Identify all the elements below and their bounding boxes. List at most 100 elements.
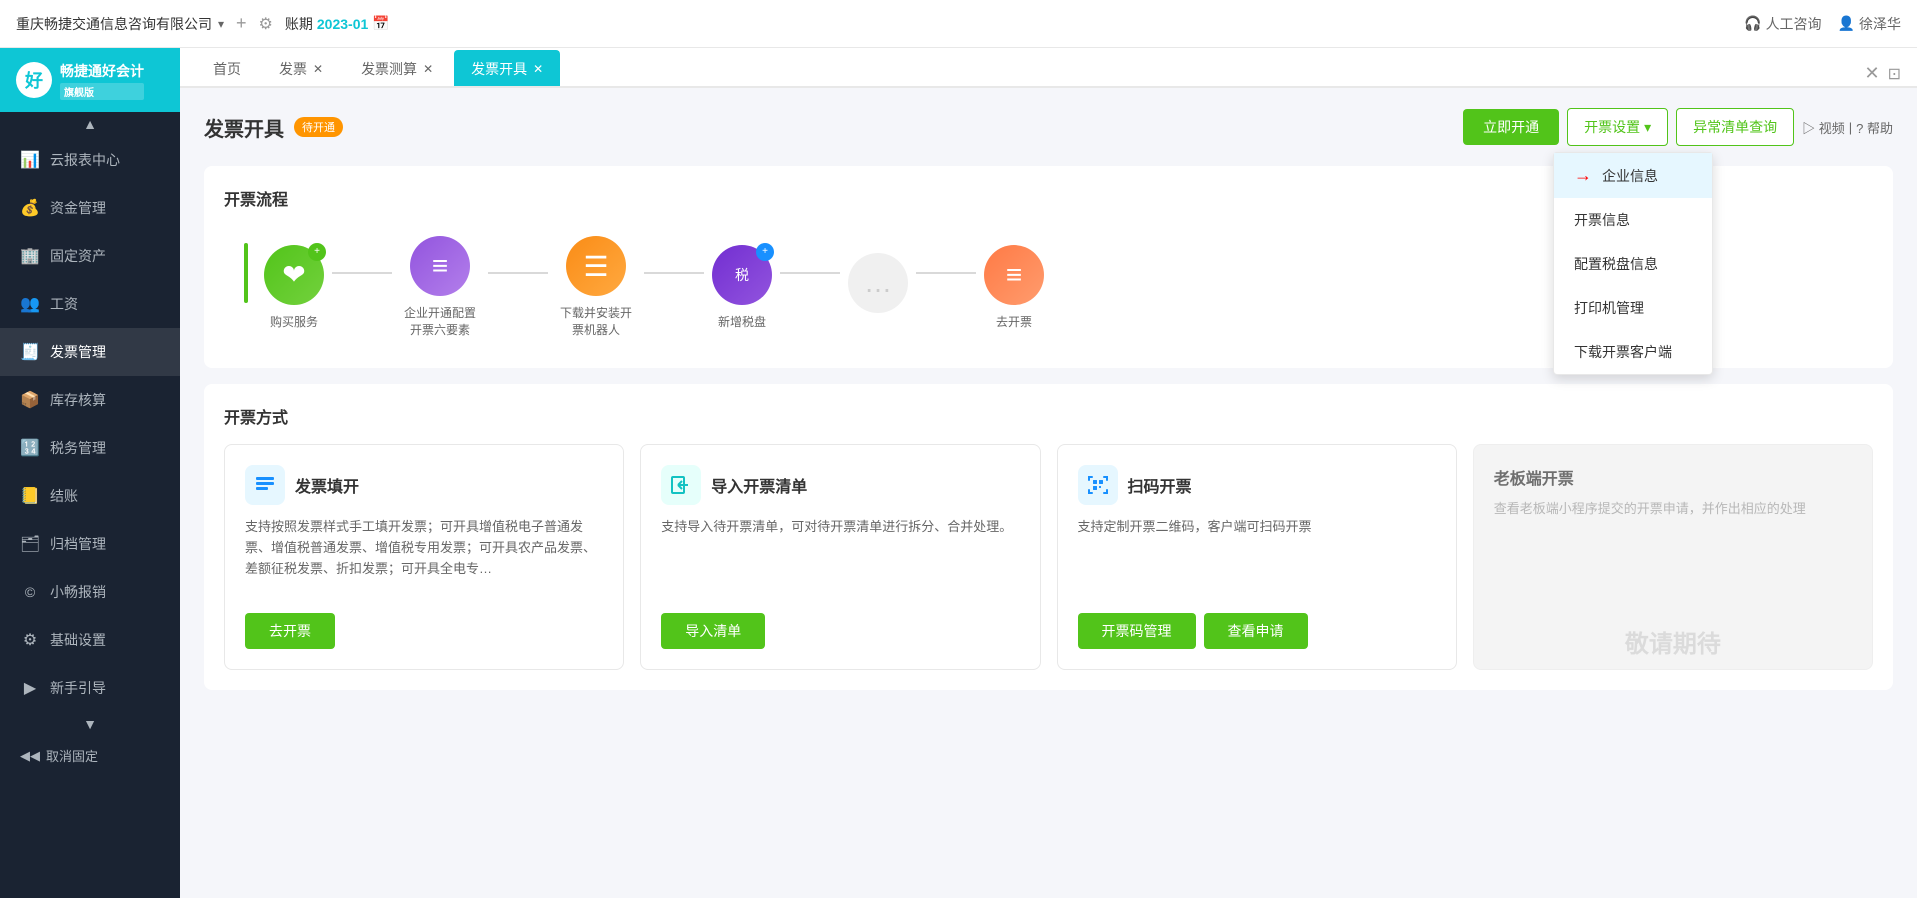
company-name[interactable]: 重庆畅捷交通信息咨询有限公司 ▾ [16, 14, 224, 34]
video-help-button[interactable]: ▷ 视频 | ? 帮助 [1802, 118, 1893, 137]
user-info[interactable]: 👤 徐泽华 [1838, 14, 1901, 34]
flow-left-border [244, 243, 248, 303]
calendar-icon[interactable]: 📅 [372, 15, 389, 32]
step-icon-placeholder: … [848, 253, 908, 313]
method-card-boss: 老板端开票 查看老板端小程序提交的开票申请，并作出相应的处理 敬请期待 [1473, 444, 1873, 670]
sidebar-item-kucun[interactable]: 📦 库存核算 [0, 376, 180, 424]
tab-fapiao-close[interactable]: ✕ [313, 62, 323, 76]
settings-dropdown-menu: → 企业信息 开票信息 配置税盘信息 打印机管理 下 [1553, 152, 1713, 375]
sidebar: 好 畅捷通好会计 旗舰版 ▲ 📊 云报表中心 💰 资金管理 🏢 固定资产 👥 工… [0, 48, 180, 898]
step-icon-addtax: 税 + [712, 245, 772, 305]
logo-icon: 好 [16, 62, 52, 98]
methods-grid: 发票填开 支持按照发票样式手工填开发票；可开具增值税电子普通发票、增值税普通发票… [224, 444, 1873, 670]
red-arrow-icon: → [1574, 165, 1592, 186]
method-import-title: 导入开票清单 [711, 473, 807, 497]
support-button[interactable]: 🎧 人工咨询 [1744, 14, 1821, 34]
step-connector-5 [916, 272, 976, 274]
avatar-icon: 👤 [1838, 15, 1855, 32]
tab-cesuan-close[interactable]: ✕ [423, 62, 433, 76]
jichu-icon: ⚙ [20, 630, 40, 650]
method-scan-footer: 开票码管理 查看申请 [1078, 613, 1436, 649]
xiaochang-icon: © [20, 584, 40, 600]
step-label-download: 下载并安装开票机器人 [556, 304, 636, 338]
sidebar-scroll-up[interactable]: ▲ [0, 112, 180, 136]
settings-dropdown-arrow: ▾ [1644, 119, 1651, 136]
tab-fapiao-kaiju[interactable]: 发票开具 ✕ [454, 50, 560, 86]
logo-area: 好 畅捷通好会计 旗舰版 [0, 48, 180, 112]
step-badge-buy: + [308, 243, 326, 261]
sidebar-item-fapiao[interactable]: 🧾 发票管理 [0, 328, 180, 376]
tab-maximize[interactable]: ⊡ [1888, 64, 1901, 84]
step-label-config: 企业开通配置开票六要素 [400, 304, 480, 338]
main-layout: 好 畅捷通好会计 旗舰版 ▲ 📊 云报表中心 💰 资金管理 🏢 固定资产 👥 工… [0, 48, 1917, 898]
method-card-scan: 扫码开票 支持定制开票二维码，客户端可扫码开票 开票码管理 查看申请 [1057, 444, 1457, 670]
sidebar-item-jiezhang[interactable]: 📒 结账 [0, 472, 180, 520]
step-icon-config: ≡ [410, 236, 470, 296]
method-scan-header: 扫码开票 [1078, 465, 1436, 505]
method-boss-desc: 查看老板端小程序提交的开票申请，并作出相应的处理 [1494, 499, 1852, 520]
method-scan-desc: 支持定制开票二维码，客户端可扫码开票 [1078, 517, 1436, 597]
method-scan-title: 扫码开票 [1128, 473, 1192, 497]
step-connector-4 [780, 272, 840, 274]
scan-qr-button[interactable]: 开票码管理 [1078, 613, 1196, 649]
flow-step-download: ☰ 下载并安装开票机器人 [556, 236, 636, 338]
tab-actions: ✕ ⊡ [1865, 63, 1902, 86]
step-connector-2 [488, 272, 548, 274]
method-card-import: 导入开票清单 支持导入待开票清单，可对待开票清单进行拆分、合并处理。 导入清单 [640, 444, 1040, 670]
activate-button[interactable]: 立即开通 [1463, 109, 1559, 145]
headset-icon: 🎧 [1744, 15, 1761, 32]
step-icon-go: ≡ [984, 245, 1044, 305]
sidebar-item-gongzi[interactable]: 👥 工资 [0, 280, 180, 328]
step-badge-addtax: + [756, 243, 774, 261]
sidebar-item-xinshou[interactable]: ▶ 新手引导 [0, 664, 180, 712]
tab-close-window[interactable]: ✕ [1865, 63, 1880, 84]
gongzi-icon: 👥 [20, 294, 40, 314]
top-bar-actions: 🎧 人工咨询 👤 徐泽华 [1744, 14, 1901, 34]
sidebar-item-gudingzichan[interactable]: 🏢 固定资产 [0, 232, 180, 280]
tab-home[interactable]: 首页 [196, 50, 258, 86]
dropdown-item-invoice-info[interactable]: 开票信息 [1554, 198, 1712, 242]
abnormal-button[interactable]: 异常清单查询 [1676, 108, 1794, 146]
sidebar-item-xiaochang[interactable]: © 小畅报销 [0, 568, 180, 616]
add-button[interactable]: + [236, 13, 247, 34]
tab-fapiao[interactable]: 发票 ✕ [262, 50, 340, 86]
tab-bar: 首页 发票 ✕ 发票测算 ✕ 发票开具 ✕ ✕ ⊡ [180, 48, 1917, 88]
step-label-buy: 购买服务 [270, 313, 318, 330]
import-go-button[interactable]: 导入清单 [661, 613, 765, 649]
dropdown-item-download-client[interactable]: 下载开票客户端 [1554, 330, 1712, 374]
shuiwu-icon: 🔢 [20, 438, 40, 458]
methods-section: 开票方式 发票填开 [204, 384, 1893, 690]
jiezhang-icon: 📒 [20, 486, 40, 506]
dropdown-item-enterprise-info[interactable]: → 企业信息 [1554, 153, 1712, 198]
sidebar-cancel[interactable]: ◀◀ 取消固定 [0, 736, 180, 775]
step-label-go: 去开票 [996, 313, 1032, 330]
flow-step-go: ≡ 去开票 [984, 245, 1044, 330]
method-scan-icon [1078, 465, 1118, 505]
page-title: 发票开具 [204, 113, 284, 142]
method-boss-title: 老板端开票 [1494, 465, 1852, 489]
tab-kaiju-close[interactable]: ✕ [533, 62, 543, 76]
method-fill-desc: 支持按照发票样式手工填开发票；可开具增值税电子普通发票、增值税普通发票、增值税专… [245, 517, 603, 597]
sidebar-item-shuiwu[interactable]: 🔢 税务管理 [0, 424, 180, 472]
sidebar-item-yunbao[interactable]: 📊 云报表中心 [0, 136, 180, 184]
method-import-desc: 支持导入待开票清单，可对待开票清单进行拆分、合并处理。 [661, 517, 1019, 597]
tab-fapiao-cesuan[interactable]: 发票测算 ✕ [344, 50, 450, 86]
sidebar-scroll-down[interactable]: ▼ [0, 712, 180, 736]
dropdown-item-tax-disk[interactable]: 配置税盘信息 [1554, 242, 1712, 286]
step-icon-buy: ❤ + [264, 245, 324, 305]
xinshou-icon: ▶ [20, 678, 40, 698]
scan-apply-button[interactable]: 查看申请 [1204, 613, 1308, 649]
company-dropdown-icon[interactable]: ▾ [218, 17, 224, 31]
fapiao-icon: 🧾 [20, 342, 40, 362]
sidebar-item-zijin[interactable]: 💰 资金管理 [0, 184, 180, 232]
sidebar-item-jichu[interactable]: ⚙ 基础设置 [0, 616, 180, 664]
settings-icon[interactable]: ⚙ [259, 14, 273, 34]
dropdown-item-printer[interactable]: 打印机管理 [1554, 286, 1712, 330]
kucun-icon: 📦 [20, 390, 40, 410]
settings-button[interactable]: 开票设置 ▾ [1567, 108, 1668, 146]
header-buttons: 立即开通 开票设置 ▾ 异常清单查询 ▷ 视频 | ? 帮助 → [1463, 108, 1893, 146]
method-card-fill: 发票填开 支持按照发票样式手工填开发票；可开具增值税电子普通发票、增值税普通发票… [224, 444, 624, 670]
fill-go-button[interactable]: 去开票 [245, 613, 335, 649]
sidebar-item-guidang[interactable]: 🗂 归档管理 [0, 520, 180, 568]
method-fill-icon [245, 465, 285, 505]
